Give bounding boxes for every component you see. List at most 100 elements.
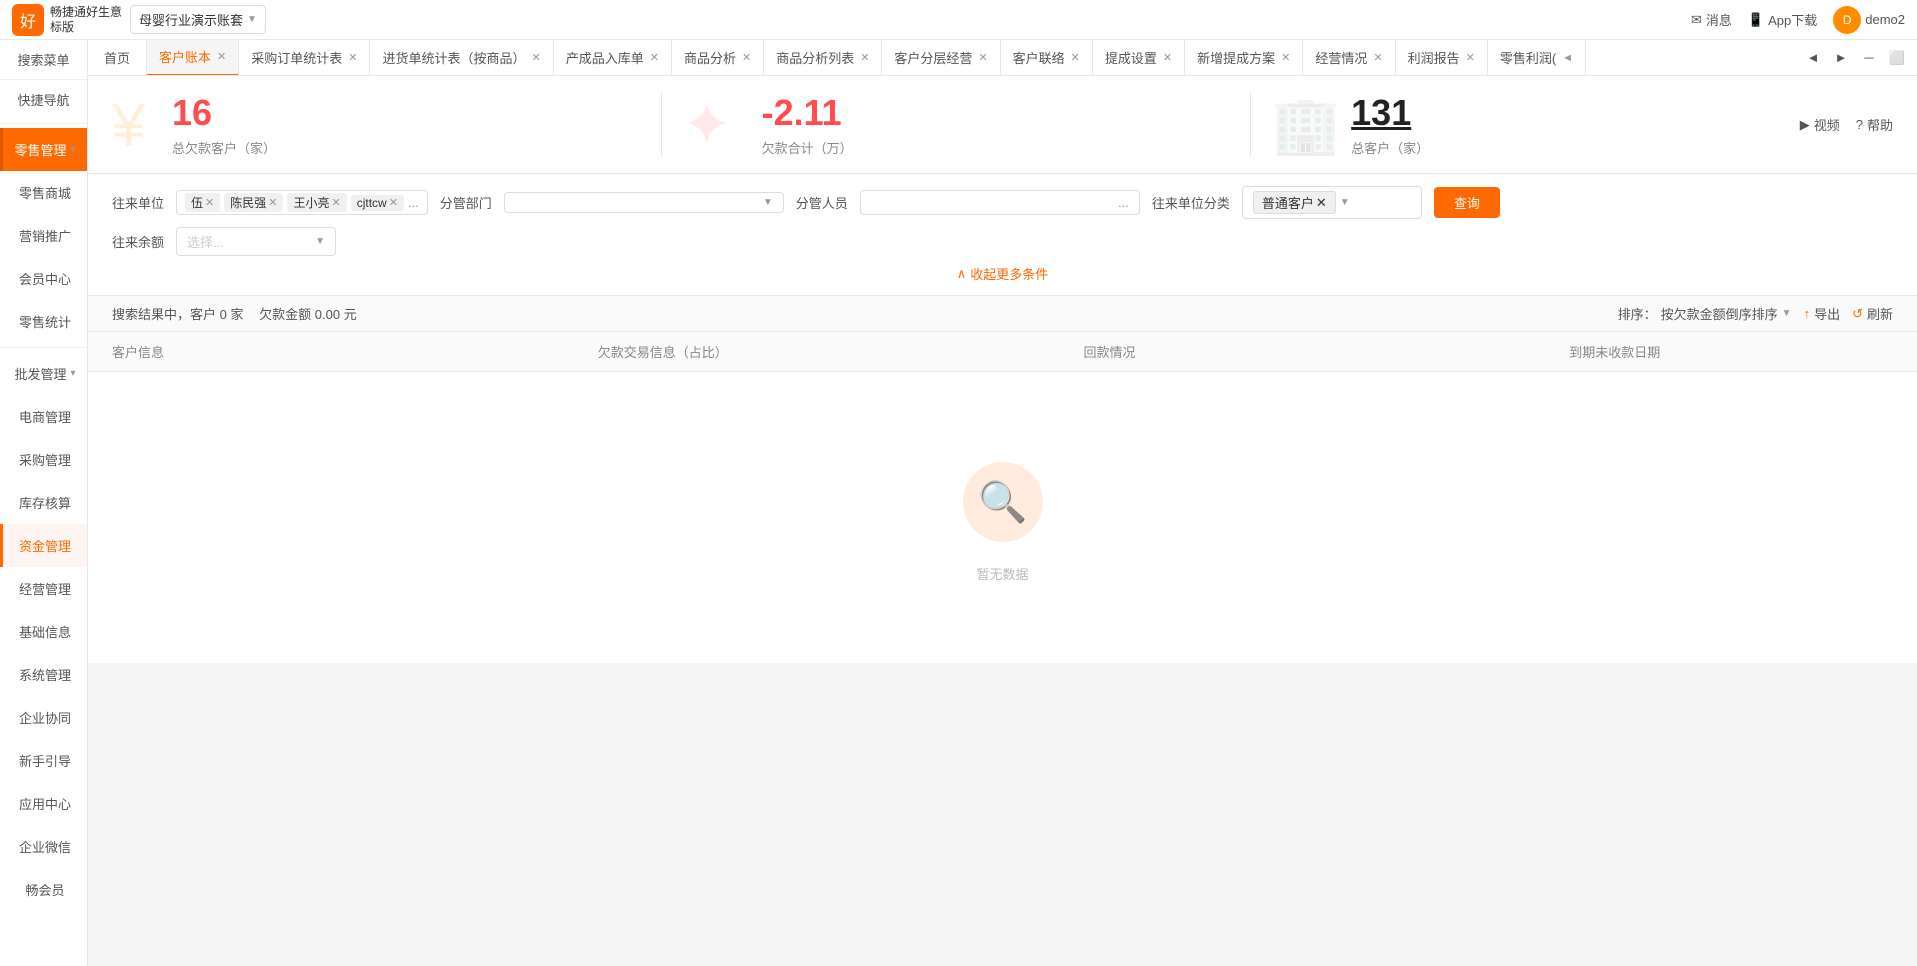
sidebar-item-app-center[interactable]: 应用中心 [0,782,87,825]
tab-minimize[interactable]: － [1857,46,1881,70]
content-area: 首页 客户账本 ✕ 采购订单统计表 ✕ 进货单统计表（按商品） ✕ 产成品入库单… [88,40,1917,966]
refresh-button[interactable]: ↺ 刷新 [1852,304,1893,323]
tab-nav-left[interactable]: ◄ [1801,46,1825,70]
tab-home[interactable]: 首页 [88,40,147,76]
tab-close-icon[interactable]: ✕ [217,50,226,63]
tab-customer-contact[interactable]: 客户联络 ✕ [1001,40,1093,76]
tab-raise-settings[interactable]: 提成设置 ✕ [1093,40,1185,76]
sort-selector[interactable]: 排序： 按欠款金额倒序排序 ▼ [1618,304,1792,323]
sidebar-item-retail-mgmt[interactable]: 零售管理 ▾ [0,128,87,171]
tab-close-icon-11[interactable]: ✕ [1373,51,1382,64]
category-tag: 普通客户 ✕ [1253,191,1336,214]
sidebar-item-wholesale[interactable]: 批发管理 ▾ [0,352,87,395]
sidebar-item-enterprise-wechat[interactable]: 企业微信 [0,825,87,868]
tag-close-wu[interactable]: ✕ [205,196,214,209]
tab-purchase-order[interactable]: 采购订单统计表 ✕ [239,40,370,76]
tab-customer-tier[interactable]: 客户分层经营 ✕ [882,40,1000,76]
suite-selector[interactable]: 母婴行业演示账套 ▼ [130,5,266,34]
sidebar-quick-nav[interactable]: 快捷导航 [0,80,87,119]
tab-close-icon-13[interactable]: ◄ [1562,52,1573,64]
tab-product-instock[interactable]: 产成品入库单 ✕ [554,40,672,76]
manager-filter-select[interactable]: ... [860,190,1140,215]
collapse-button[interactable]: ∧ 收起更多条件 [957,264,1049,283]
stat-bg-icon-building: 🏢 [1271,92,1341,158]
sidebar-item-basic-info[interactable]: 基础信息 [0,610,87,653]
tab-ops-status[interactable]: 经营情况 ✕ [1303,40,1395,76]
balance-filter-select[interactable]: 选择... ▼ [176,227,336,256]
unit-category-label: 往来单位分类 [1152,193,1230,212]
sidebar-item-member-center[interactable]: 会员中心 [0,257,87,300]
sidebar-item-retail-mall[interactable]: 零售商城 [0,171,87,214]
tab-product-analysis-list[interactable]: 商品分析列表 ✕ [764,40,882,76]
tab-close-icon-12[interactable]: ✕ [1466,51,1475,64]
help-button[interactable]: ? 帮助 [1856,115,1893,134]
tab-maximize[interactable]: ⬜ [1885,46,1909,70]
stat-bg-icon-debt: ✦ [682,90,732,160]
tag-close-chen[interactable]: ✕ [268,196,277,209]
tab-close-icon-2[interactable]: ✕ [348,51,357,64]
sidebar-search[interactable]: 搜索菜单 [0,40,87,80]
tag-wang: 王小亮 ✕ [287,193,346,212]
tab-close-icon-4[interactable]: ✕ [650,51,659,64]
dept-filter-select[interactable]: ▼ [504,192,784,213]
message-icon: ✉ [1691,12,1702,28]
unit-filter-label: 往来单位 [112,193,164,212]
stat-block-debt-customers: ¥ 16 总欠款客户（家） [112,92,662,157]
tab-profit-report[interactable]: 利润报告 ✕ [1396,40,1488,76]
tab-nav-right[interactable]: ► [1829,46,1853,70]
sidebar-item-ecommerce[interactable]: 电商管理 [0,395,87,438]
tab-close-icon-7[interactable]: ✕ [978,51,987,64]
category-tag-close[interactable]: ✕ [1316,195,1327,211]
logo-icon: 好 [12,4,44,36]
tab-product-analysis[interactable]: 商品分析 ✕ [672,40,764,76]
tag-close-wang[interactable]: ✕ [332,196,341,209]
stat-bg-icon-customers: ¥ [112,90,145,159]
sidebar-divider-2 [0,347,87,348]
empty-illustration: 🔍 [953,452,1053,552]
tab-instock-stats[interactable]: 进货单统计表（按商品） ✕ [370,40,553,76]
export-button[interactable]: ↑ 导出 [1804,304,1841,323]
user-menu[interactable]: D demo2 [1833,6,1905,34]
sidebar-item-procurement[interactable]: 采购管理 [0,438,87,481]
unit-category-select[interactable]: 普通客户 ✕ ▼ [1242,186,1422,219]
sidebar-item-inventory[interactable]: 库存核算 [0,481,87,524]
results-bar: 搜索结果中，客户 0 家 欠款金额 0.00 元 排序： 按欠款金额倒序排序 ▼ [88,296,1917,332]
tab-close-icon-10[interactable]: ✕ [1281,51,1290,64]
balance-filter-label: 往来余额 [112,232,164,251]
sidebar-item-operations[interactable]: 经营管理 [0,567,87,610]
tab-close-icon-5[interactable]: ✕ [742,51,751,64]
empty-state: 🔍 暂无数据 [88,372,1917,663]
sidebar-item-retail-stats[interactable]: 零售统计 [0,300,87,343]
tab-retail-profit[interactable]: 零售利润( ◄ [1488,40,1586,76]
stat-total-customers-label: 总客户（家） [1351,138,1429,157]
sidebar-divider [0,123,87,124]
tags-more-button[interactable]: ... [408,195,419,210]
unit-filter-tags[interactable]: 伍 ✕ 陈民强 ✕ 王小亮 ✕ cjttcw ✕ [176,190,428,215]
query-button[interactable]: 查询 [1434,187,1500,218]
tab-customer-book[interactable]: 客户账本 ✕ [147,40,239,76]
sidebar-item-finance[interactable]: 资金管理 [0,524,87,567]
tab-close-icon-3[interactable]: ✕ [532,51,541,64]
empty-text: 暂无数据 [976,564,1028,583]
chevron-right-icon: ▾ [70,144,75,155]
tab-close-icon-8[interactable]: ✕ [1071,51,1080,64]
sidebar-item-new-guide[interactable]: 新手引导 [0,739,87,782]
tab-close-icon-9[interactable]: ✕ [1163,51,1172,64]
sidebar-item-enterprise-coop[interactable]: 企业协同 [0,696,87,739]
manager-dots[interactable]: ... [1118,195,1129,210]
main-layout: 搜索菜单 快捷导航 零售管理 ▾ 零售商城 营销推广 会员中心 零售统计 批发管… [0,40,1917,966]
message-button[interactable]: ✉ 消息 [1691,10,1732,29]
help-icon: ? [1856,117,1863,132]
sidebar-item-marketing[interactable]: 营销推广 [0,214,87,257]
video-button[interactable]: ▶ 视频 [1800,115,1840,134]
stat-block-total-customers: 🏢 131 总客户（家） [1251,92,1800,157]
tab-close-icon-6[interactable]: ✕ [860,51,869,64]
app-download-button[interactable]: 📱 App下载 [1748,10,1817,29]
tag-close-cjttcw[interactable]: ✕ [389,196,398,209]
sidebar-item-sys-mgmt[interactable]: 系统管理 [0,653,87,696]
tab-actions: ◄ ► － ⬜ [1801,46,1917,70]
tab-new-raise[interactable]: 新增提成方案 ✕ [1185,40,1303,76]
table-container: 客户信息 欠款交易信息（占比） 回款情况 到期未收款日期 🔍 暂无数据 [88,332,1917,663]
chevron-down-dept: ▼ [763,197,773,208]
sidebar-item-member[interactable]: 畅会员 [0,868,87,911]
